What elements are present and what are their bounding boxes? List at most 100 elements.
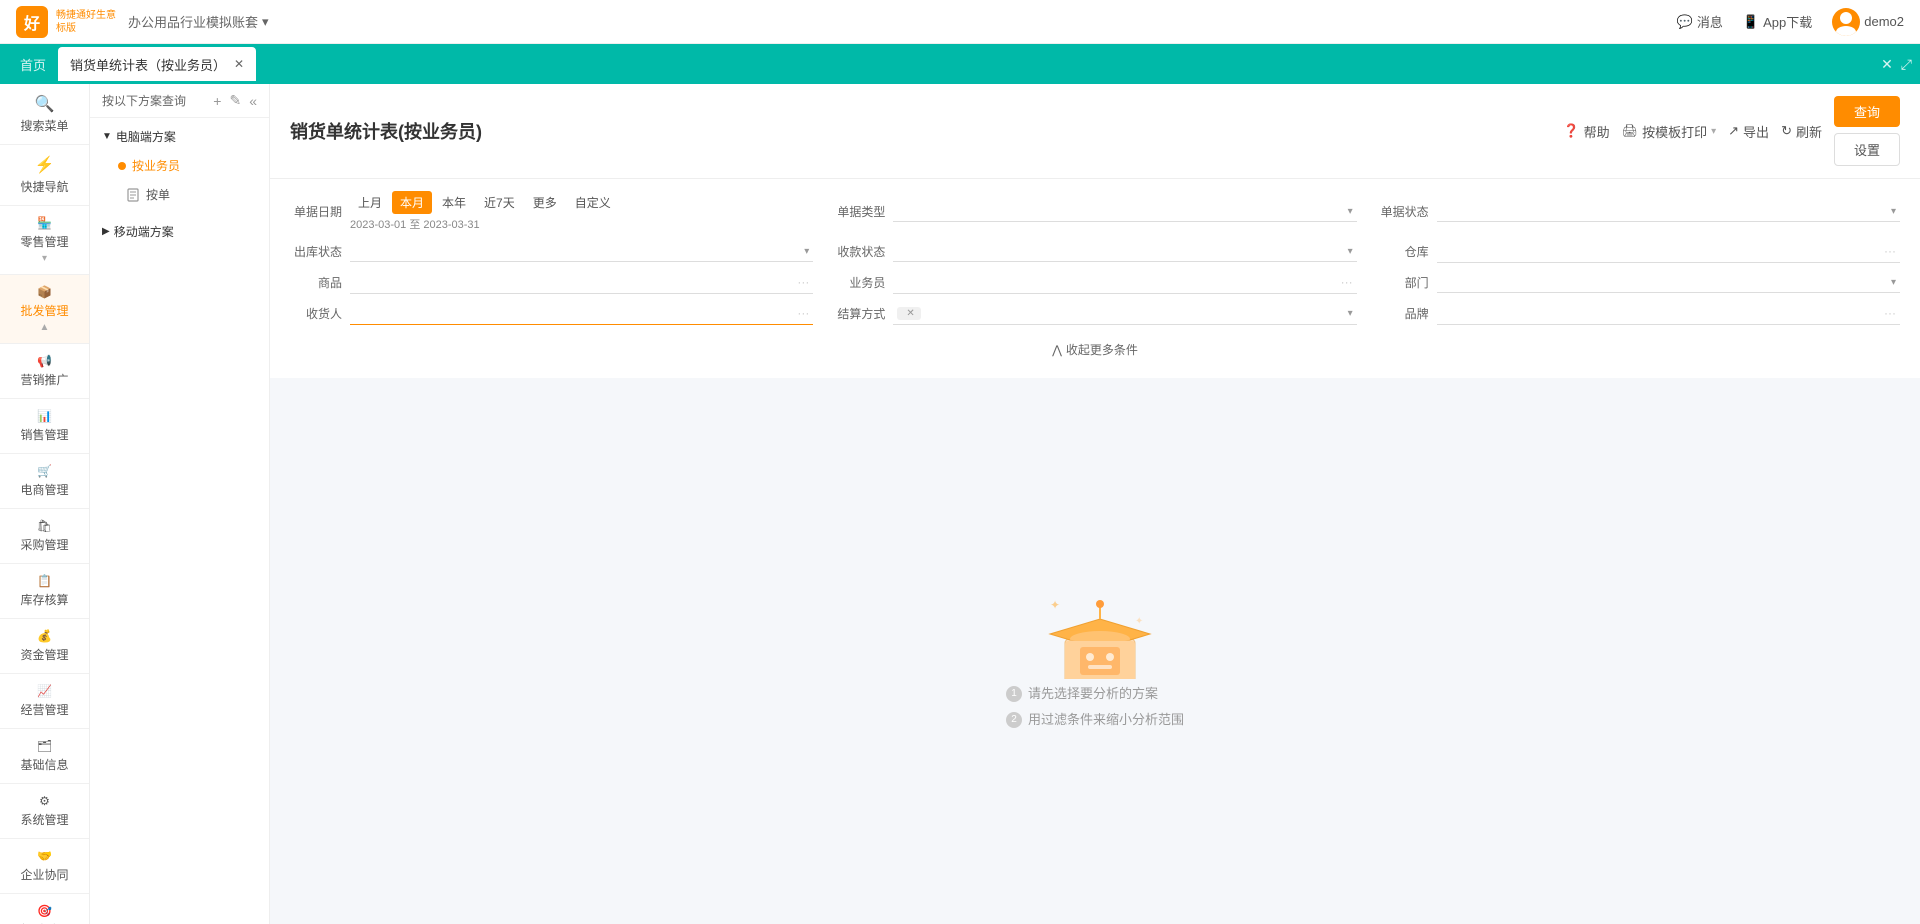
sidebar-item-wholesale[interactable]: 📦 批发管理 ▲: [0, 275, 89, 344]
date-btn-custom[interactable]: 自定义: [567, 191, 619, 214]
doc-type-select[interactable]: ▾: [893, 202, 1356, 222]
tip-text-1: 请先选择要分析的方案: [1028, 681, 1158, 707]
sidebar-search-label: 搜索菜单: [20, 117, 68, 134]
wholesale-label: 批发管理: [20, 302, 68, 319]
collapse-sidebar-btn[interactable]: «: [249, 93, 257, 109]
search-icon: 🔍: [35, 94, 55, 114]
warehouse-dots: ···: [1884, 244, 1896, 258]
sales-label: 销售管理: [20, 426, 68, 443]
goods-dots: ···: [797, 275, 809, 289]
consignee-input[interactable]: ···: [350, 302, 813, 325]
sidebar-item-purchase[interactable]: 🛍 采购管理: [0, 509, 89, 564]
filter-area: 单据日期 上月 本月 本年 近7天 更多 自定义 2023-03-01 至 20…: [270, 179, 1920, 378]
help-icon: ❓: [1563, 123, 1579, 139]
pc-scheme-title[interactable]: ▼ 电脑端方案: [90, 122, 269, 151]
scheme-item-salesperson[interactable]: 按业务员: [90, 151, 269, 180]
template-print-arrow: ▾: [1711, 126, 1716, 137]
tab-close-icon[interactable]: ✕: [234, 57, 244, 71]
main-layout: 🔍 搜索菜单 ⚡ 快捷导航 🏪 零售管理 ▾ 📦 批发管理 ▲ 📢 营销推广 📊…: [0, 84, 1920, 924]
department-select[interactable]: ▾: [1437, 273, 1900, 293]
payment-method-select[interactable]: ✕ ▾: [893, 303, 1356, 325]
date-btn-last-month[interactable]: 上月: [350, 191, 390, 214]
brand-input[interactable]: ···: [1437, 302, 1900, 325]
department-arrow: ▾: [1891, 277, 1896, 288]
add-scheme-btn[interactable]: +: [213, 93, 221, 109]
date-btn-this-month[interactable]: 本月: [392, 191, 432, 214]
sales-icon: 📊: [37, 409, 52, 423]
sidebar-shortcut[interactable]: ⚡ 快捷导航: [0, 145, 89, 206]
message-action[interactable]: 💬 消息: [1677, 12, 1723, 31]
template-print-btn[interactable]: 🖨 按模板打印 ▾: [1622, 122, 1717, 141]
refresh-label: 刷新: [1796, 122, 1822, 141]
date-btn-7days[interactable]: 近7天: [476, 191, 523, 214]
template-print-label: 按模板打印: [1642, 122, 1707, 141]
sidebar-item-inventory[interactable]: 📋 库存核算: [0, 564, 89, 619]
collapse-btn[interactable]: ⋀ 收起更多条件: [290, 333, 1900, 366]
doc-status-select[interactable]: ▾: [1437, 202, 1900, 222]
tab-sales-stats[interactable]: 销货单统计表（按业务员） ✕: [58, 47, 256, 81]
system-icon: ⚙: [39, 794, 50, 808]
warehouse-input[interactable]: ···: [1437, 240, 1900, 263]
consignee-dots: ···: [797, 306, 809, 320]
mobile-scheme-arrow: ▶: [102, 226, 110, 237]
help-btn[interactable]: ❓ 帮助: [1563, 122, 1609, 141]
tab-expand-btn[interactable]: ⤢: [1901, 56, 1912, 73]
date-btn-this-year[interactable]: 本年: [434, 191, 474, 214]
breadcrumb-text: 办公用品行业模拟账套: [128, 12, 258, 31]
guide-icon: 🎯: [37, 904, 52, 918]
tab-close-btn[interactable]: ✕: [1881, 56, 1893, 73]
export-btn[interactable]: ↗ 导出: [1728, 122, 1769, 141]
breadcrumb: 办公用品行业模拟账套 ▾: [128, 12, 269, 31]
sidebar-item-cooperation[interactable]: 🤝 企业协同: [0, 839, 89, 894]
retail-icon: 🏪: [37, 216, 52, 230]
out-status-arrow: ▾: [804, 246, 809, 257]
ecommerce-icon: 🛒: [37, 464, 52, 478]
user-name: demo2: [1864, 14, 1904, 29]
sidebar-item-finance[interactable]: 💰 资金管理: [0, 619, 89, 674]
sidebar-search[interactable]: 🔍 搜索菜单: [0, 84, 89, 145]
sidebar-item-basic-info[interactable]: 🗂 基础信息: [0, 729, 89, 784]
salesperson-dots: ···: [1341, 275, 1353, 289]
scheme-item-by-doc[interactable]: 按单: [90, 180, 269, 209]
sidebar-item-guide[interactable]: 🎯 新手引导: [0, 894, 89, 924]
doc-icon: [126, 188, 140, 202]
user-action[interactable]: demo2: [1832, 8, 1904, 36]
help-label: 帮助: [1584, 122, 1610, 141]
refresh-btn[interactable]: ↻ 刷新: [1781, 122, 1822, 141]
breadcrumb-arrow[interactable]: ▾: [262, 14, 269, 30]
scheme-salesperson-label: 按业务员: [132, 157, 180, 174]
sidebar-item-system[interactable]: ⚙ 系统管理: [0, 784, 89, 839]
pay-status-select[interactable]: ▾: [893, 242, 1356, 262]
department-label: 部门: [1377, 274, 1437, 291]
tab-home[interactable]: 首页: [8, 49, 58, 79]
sidebar-item-marketing[interactable]: 📢 营销推广: [0, 344, 89, 399]
query-btn[interactable]: 查询: [1834, 96, 1900, 127]
payment-tag-close[interactable]: ✕: [906, 308, 914, 319]
wholesale-arrow: ▲: [40, 322, 50, 333]
consignee-label: 收货人: [290, 305, 350, 322]
sidebar-item-retail[interactable]: 🏪 零售管理 ▾: [0, 206, 89, 275]
retail-arrow: ▾: [42, 253, 47, 264]
salesperson-input[interactable]: ···: [893, 271, 1356, 294]
brand-field: 品牌 ···: [1377, 302, 1900, 325]
mobile-scheme-title[interactable]: ▶ 移动端方案: [90, 217, 269, 246]
app-download-action[interactable]: 📱 App下载: [1743, 12, 1812, 31]
empty-tips: 1 请先选择要分析的方案 2 用过滤条件来缩小分析范围: [1006, 681, 1184, 733]
pay-status-label: 收款状态: [833, 243, 893, 260]
doc-type-label: 单据类型: [833, 203, 893, 220]
goods-input[interactable]: ···: [350, 271, 813, 294]
sidebar-item-ecommerce[interactable]: 🛒 电商管理: [0, 454, 89, 509]
sidebar: 🔍 搜索菜单 ⚡ 快捷导航 🏪 零售管理 ▾ 📦 批发管理 ▲ 📢 营销推广 📊…: [0, 84, 90, 924]
tip-item-1: 1 请先选择要分析的方案: [1006, 681, 1184, 707]
date-btn-more[interactable]: 更多: [525, 191, 565, 214]
sidebar-item-operations[interactable]: 📈 经营管理: [0, 674, 89, 729]
payment-arrow: ▾: [1348, 308, 1353, 319]
svg-text:✦: ✦: [1050, 598, 1060, 612]
out-status-field: 出库状态 ▾: [290, 240, 813, 263]
out-status-select[interactable]: ▾: [350, 242, 813, 262]
collapse-icon: ⋀: [1052, 343, 1062, 357]
tip-item-2: 2 用过滤条件来缩小分析范围: [1006, 707, 1184, 733]
edit-scheme-btn[interactable]: ✎: [229, 92, 241, 109]
sidebar-item-sales[interactable]: 📊 销售管理: [0, 399, 89, 454]
settings-btn[interactable]: 设置: [1834, 133, 1900, 166]
